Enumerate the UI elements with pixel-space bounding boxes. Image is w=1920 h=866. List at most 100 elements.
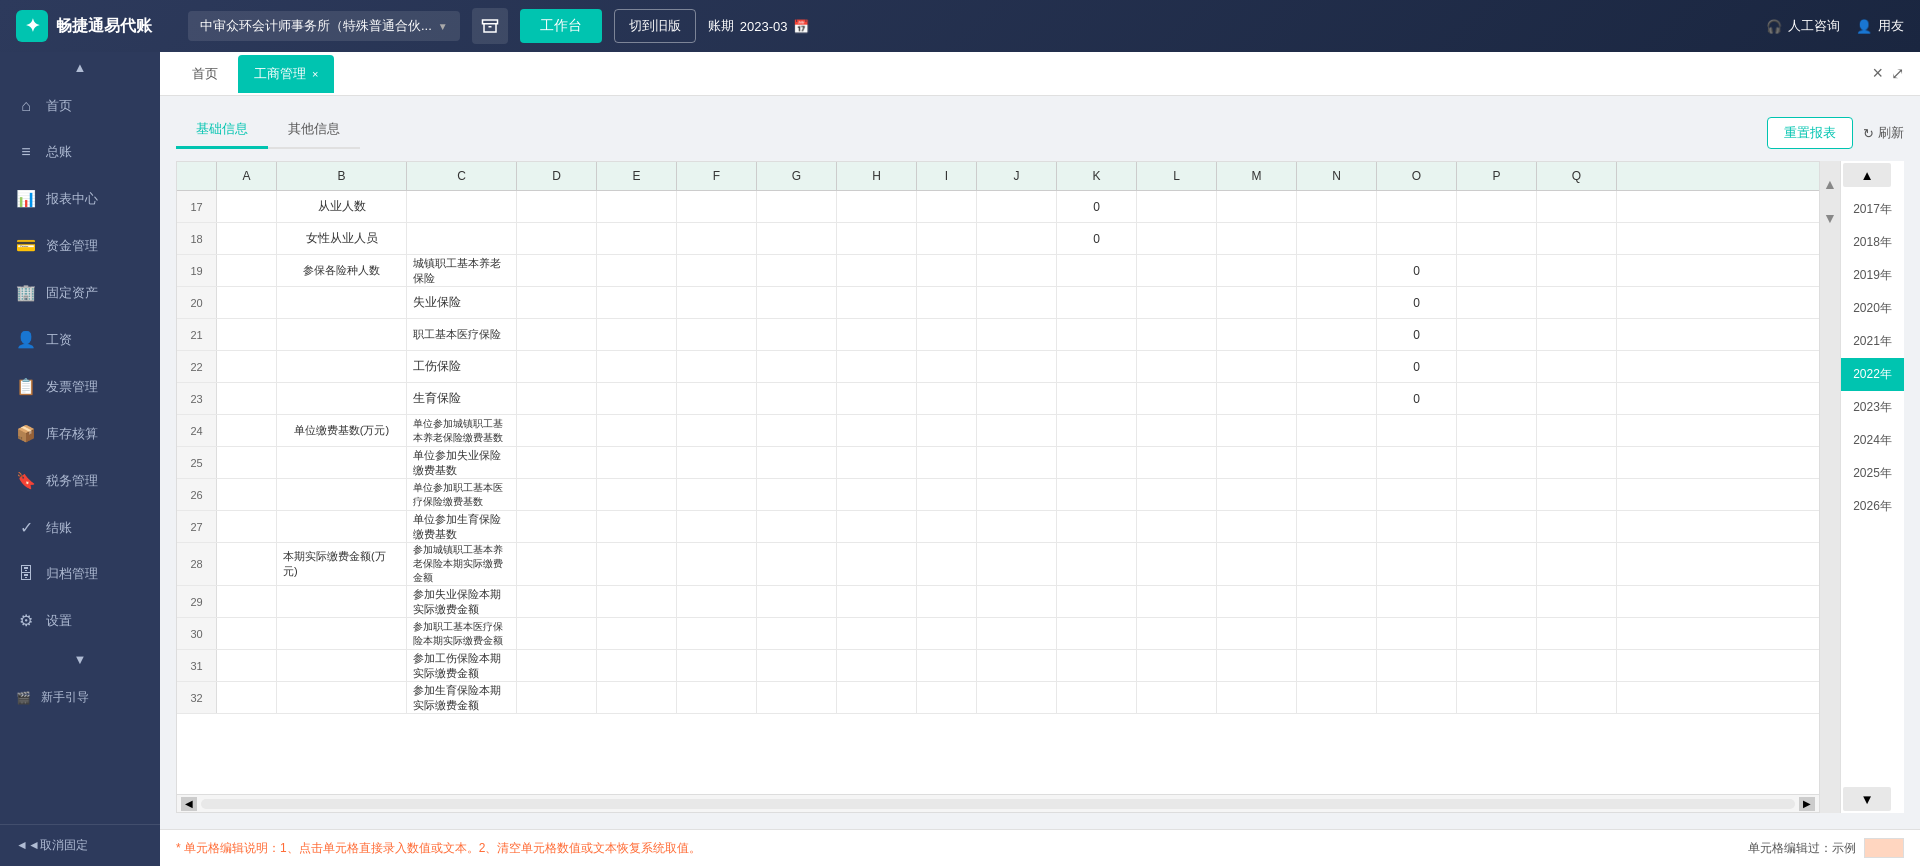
collapse-up-button[interactable]: ▲ xyxy=(1822,169,1838,199)
cell-30-Q[interactable] xyxy=(1537,618,1617,649)
year-item-2018[interactable]: 2018年 xyxy=(1841,226,1904,259)
cell-21-M[interactable] xyxy=(1217,319,1297,350)
cell-31-K[interactable] xyxy=(1057,650,1137,681)
cell-19-H[interactable] xyxy=(837,255,917,286)
cell-23-L[interactable] xyxy=(1137,383,1217,414)
cell-32-K[interactable] xyxy=(1057,682,1137,713)
cell-20-C[interactable]: 失业保险 xyxy=(407,287,517,318)
cell-27-N[interactable] xyxy=(1297,511,1377,542)
cell-28-M[interactable] xyxy=(1217,543,1297,585)
cell-30-J[interactable] xyxy=(977,618,1057,649)
scroll-left-button[interactable]: ◀ xyxy=(181,797,197,811)
cell-22-F[interactable] xyxy=(677,351,757,382)
cell-17-Q[interactable] xyxy=(1537,191,1617,222)
sidebar-item-archive[interactable]: 🗄 归档管理 xyxy=(0,551,160,597)
cell-29-I[interactable] xyxy=(917,586,977,617)
cell-27-P[interactable] xyxy=(1457,511,1537,542)
cell-27-H[interactable] xyxy=(837,511,917,542)
year-item-2022[interactable]: 2022年 xyxy=(1841,358,1904,391)
cell-21-I[interactable] xyxy=(917,319,977,350)
cell-32-C[interactable]: 参加生育保险本期实际缴费金额 xyxy=(407,682,517,713)
cell-32-A[interactable] xyxy=(217,682,277,713)
workbench-button[interactable]: 工作台 xyxy=(520,9,602,43)
cell-31-G[interactable] xyxy=(757,650,837,681)
cell-29-B[interactable] xyxy=(277,586,407,617)
cell-18-N[interactable] xyxy=(1297,223,1377,254)
cell-19-C[interactable]: 城镇职工基本养老保险 xyxy=(407,255,517,286)
cell-21-O[interactable]: 0 xyxy=(1377,319,1457,350)
year-item-2020[interactable]: 2020年 xyxy=(1841,292,1904,325)
cell-30-D[interactable] xyxy=(517,618,597,649)
cell-20-J[interactable] xyxy=(977,287,1057,318)
sidebar-item-ledger[interactable]: ≡ 总账 xyxy=(0,129,160,175)
cell-19-F[interactable] xyxy=(677,255,757,286)
cell-32-G[interactable] xyxy=(757,682,837,713)
cell-23-N[interactable] xyxy=(1297,383,1377,414)
cell-28-I[interactable] xyxy=(917,543,977,585)
cell-18-H[interactable] xyxy=(837,223,917,254)
sub-tab-basic[interactable]: 基础信息 xyxy=(176,112,268,149)
cell-25-J[interactable] xyxy=(977,447,1057,478)
cell-30-E[interactable] xyxy=(597,618,677,649)
cell-21-J[interactable] xyxy=(977,319,1057,350)
cell-19-M[interactable] xyxy=(1217,255,1297,286)
sidebar-item-invoice[interactable]: 📋 发票管理 xyxy=(0,363,160,410)
cell-31-H[interactable] xyxy=(837,650,917,681)
cell-32-E[interactable] xyxy=(597,682,677,713)
horizontal-scrollbar[interactable]: ◀ ▶ xyxy=(177,794,1819,812)
year-scroll-down-button[interactable]: ▼ xyxy=(1843,787,1891,811)
cell-23-H[interactable] xyxy=(837,383,917,414)
cell-29-H[interactable] xyxy=(837,586,917,617)
cell-31-A[interactable] xyxy=(217,650,277,681)
cell-28-J[interactable] xyxy=(977,543,1057,585)
cell-27-K[interactable] xyxy=(1057,511,1137,542)
cell-26-J[interactable] xyxy=(977,479,1057,510)
cell-28-K[interactable] xyxy=(1057,543,1137,585)
sub-tab-other[interactable]: 其他信息 xyxy=(268,112,360,149)
sidebar-scroll-up[interactable]: ▲ xyxy=(0,52,160,83)
cell-20-L[interactable] xyxy=(1137,287,1217,318)
cell-29-G[interactable] xyxy=(757,586,837,617)
cell-27-B[interactable] xyxy=(277,511,407,542)
cell-22-O[interactable]: 0 xyxy=(1377,351,1457,382)
cell-30-I[interactable] xyxy=(917,618,977,649)
cell-24-K[interactable] xyxy=(1057,415,1137,446)
cell-24-M[interactable] xyxy=(1217,415,1297,446)
cell-25-Q[interactable] xyxy=(1537,447,1617,478)
cell-21-E[interactable] xyxy=(597,319,677,350)
cell-19-L[interactable] xyxy=(1137,255,1217,286)
cell-21-P[interactable] xyxy=(1457,319,1537,350)
cell-19-A[interactable] xyxy=(217,255,277,286)
cell-21-A[interactable] xyxy=(217,319,277,350)
cell-18-F[interactable] xyxy=(677,223,757,254)
cell-30-C[interactable]: 参加职工基本医疗保险本期实际缴费金额 xyxy=(407,618,517,649)
cell-22-E[interactable] xyxy=(597,351,677,382)
cell-28-Q[interactable] xyxy=(1537,543,1617,585)
sidebar-item-home[interactable]: ⌂ 首页 xyxy=(0,83,160,129)
cell-19-E[interactable] xyxy=(597,255,677,286)
cell-25-C[interactable]: 单位参加失业保险缴费基数 xyxy=(407,447,517,478)
cell-25-D[interactable] xyxy=(517,447,597,478)
year-item-2023[interactable]: 2023年 xyxy=(1841,391,1904,424)
cell-20-D[interactable] xyxy=(517,287,597,318)
cell-19-N[interactable] xyxy=(1297,255,1377,286)
cell-24-G[interactable] xyxy=(757,415,837,446)
cell-26-H[interactable] xyxy=(837,479,917,510)
cell-25-A[interactable] xyxy=(217,447,277,478)
cell-28-C[interactable]: 参加城镇职工基本养老保险本期实际缴费金额 xyxy=(407,543,517,585)
sidebar-item-tax[interactable]: 🔖 税务管理 xyxy=(0,457,160,504)
cell-31-C[interactable]: 参加工伤保险本期实际缴费金额 xyxy=(407,650,517,681)
cell-17-E[interactable] xyxy=(597,191,677,222)
cell-17-J[interactable] xyxy=(977,191,1057,222)
sidebar-item-payroll[interactable]: 👤 工资 xyxy=(0,316,160,363)
cell-25-M[interactable] xyxy=(1217,447,1297,478)
cell-31-I[interactable] xyxy=(917,650,977,681)
cell-28-O[interactable] xyxy=(1377,543,1457,585)
cell-22-B[interactable] xyxy=(277,351,407,382)
sidebar-unpin[interactable]: ◄◄取消固定 xyxy=(0,824,160,866)
cell-26-E[interactable] xyxy=(597,479,677,510)
cell-20-B[interactable] xyxy=(277,287,407,318)
cell-31-B[interactable] xyxy=(277,650,407,681)
cell-31-J[interactable] xyxy=(977,650,1057,681)
cell-22-D[interactable] xyxy=(517,351,597,382)
